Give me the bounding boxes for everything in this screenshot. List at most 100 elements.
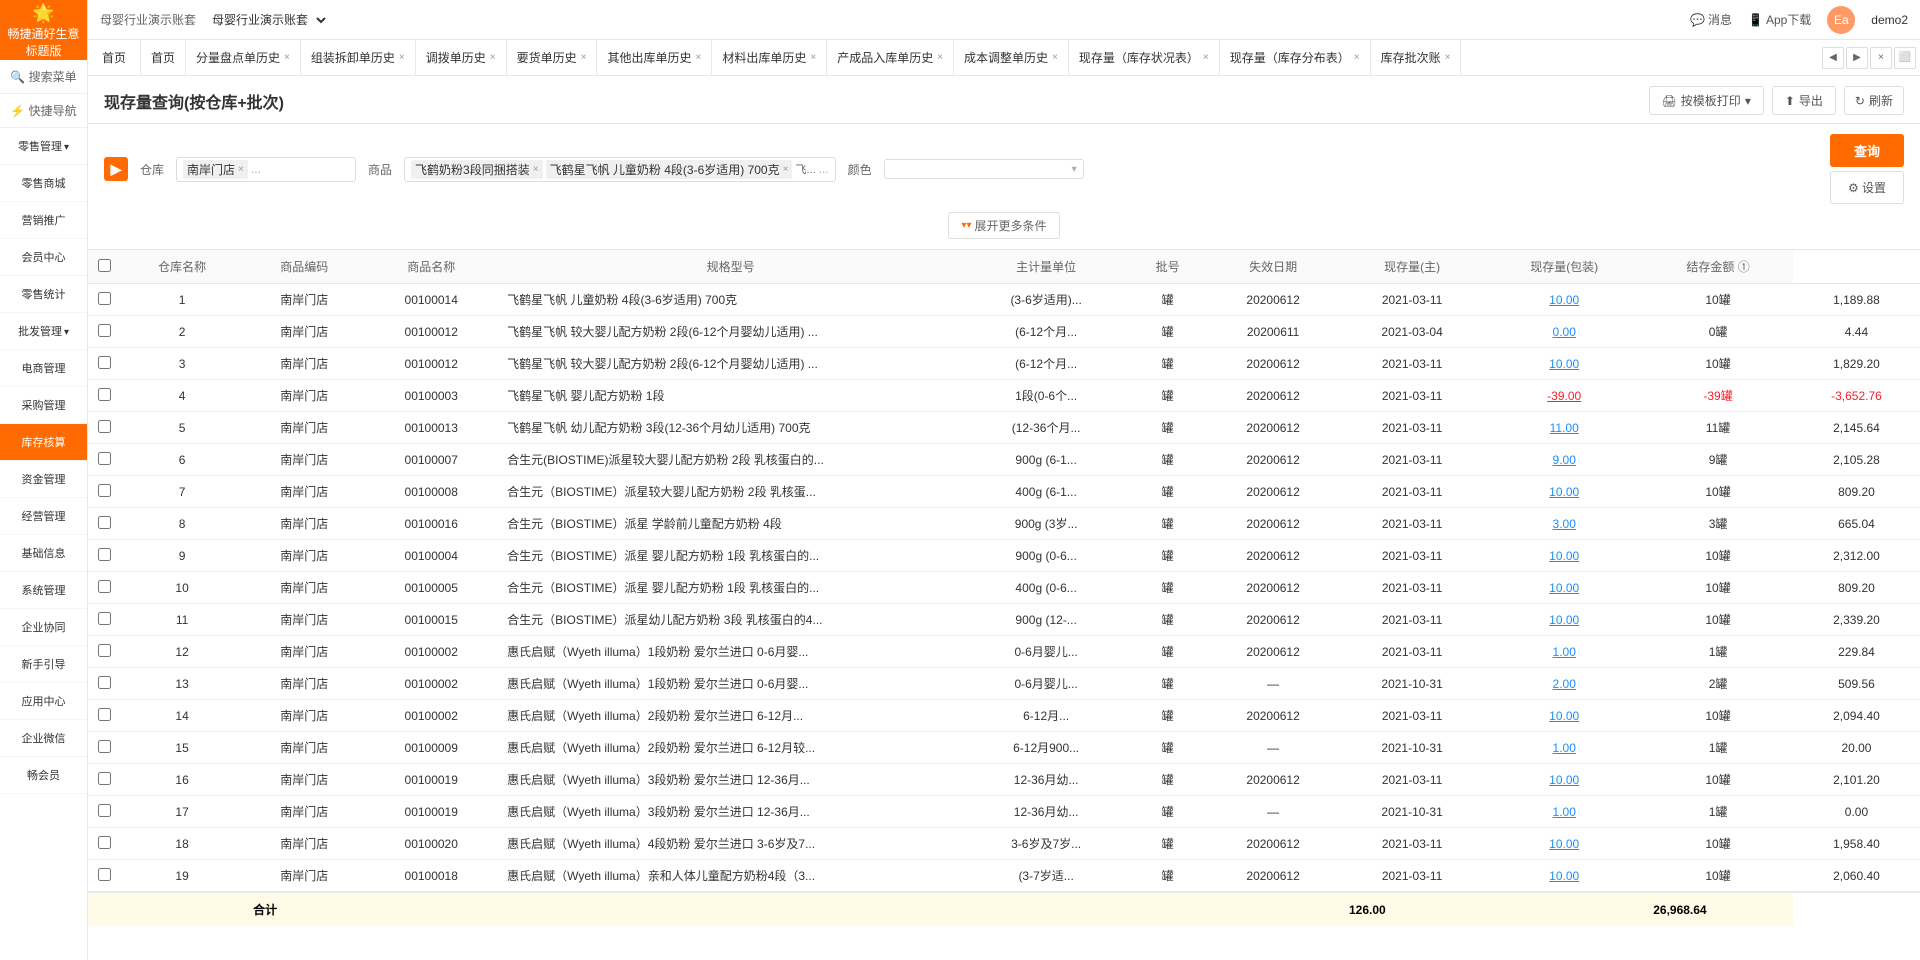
row-checkbox[interactable] [98,292,111,305]
tab-disassembly[interactable]: 组装拆卸单历史× [301,40,416,75]
tab-close-disassembly[interactable]: × [399,52,405,63]
tab-home[interactable]: 首页 [88,40,141,75]
sidebar-item-enterprise[interactable]: 企业协同 [0,609,87,646]
row-checkbox[interactable] [98,324,111,337]
tab-close-all[interactable]: × [1870,47,1892,69]
row-stock-main[interactable]: 10.00 [1485,572,1643,604]
avatar[interactable]: Ea [1827,6,1855,34]
row-stock-main[interactable]: 9.00 [1485,444,1643,476]
sidebar-item-marketing[interactable]: 营销推广 [0,202,87,239]
sidebar-item-app-center[interactable]: 应用中心 [0,683,87,720]
sidebar-item-wholesale[interactable]: 批发管理 ▾ [0,313,87,350]
row-stock-main[interactable]: 10.00 [1485,828,1643,860]
tab-requisition[interactable]: 要货单历史× [507,40,598,75]
sidebar-item-system[interactable]: 系统管理 [0,572,87,609]
tab-nav-next[interactable]: ▶ [1846,47,1868,69]
tab-close-inventory-dist[interactable]: × [1354,52,1360,63]
tab-close-other-out[interactable]: × [695,52,701,63]
tab-close-requisition[interactable]: × [581,52,587,63]
row-checkbox[interactable] [98,580,111,593]
row-checkbox[interactable] [98,356,111,369]
row-checkbox[interactable] [98,452,111,465]
row-stock-main[interactable]: 10.00 [1485,284,1643,316]
row-checkbox[interactable] [98,676,111,689]
username[interactable]: demo2 [1871,13,1908,27]
sidebar-item-vip[interactable]: 畅会员 [0,757,87,794]
row-stock-main[interactable]: 1.00 [1485,796,1643,828]
row-checkbox[interactable] [98,548,111,561]
tab-split-inventory[interactable]: 分量盘点单历史× [186,40,301,75]
sidebar-item-retail-mgmt[interactable]: 零售管理 ▾ [0,128,87,165]
row-checkbox[interactable] [98,740,111,753]
tab-close-product-in[interactable]: × [937,52,943,63]
app-download-button[interactable]: 📱 App下载 [1748,11,1811,28]
row-checkbox[interactable] [98,516,111,529]
tab-close-cost-adjust[interactable]: × [1052,52,1058,63]
sidebar-item-operations[interactable]: 经营管理 [0,498,87,535]
tab-cost-adjust[interactable]: 成本调整单历史× [954,40,1069,75]
product-filter-input[interactable]: 飞鹤奶粉3段同捆搭装 × 飞鹤星飞帆 儿童奶粉 4段(3-6岁适用) 700克 … [404,157,836,182]
tab-close-material-out[interactable]: × [810,52,816,63]
tab-nav-prev[interactable]: ◀ [1822,47,1844,69]
tab-home[interactable]: 首页 [141,40,186,75]
warehouse-tag-close[interactable]: × [238,164,244,175]
row-stock-main[interactable]: 2.00 [1485,668,1643,700]
row-stock-main[interactable]: 11.00 [1485,412,1643,444]
row-checkbox[interactable] [98,644,111,657]
tab-close-mixing[interactable]: × [490,52,496,63]
sidebar-item-finance[interactable]: 资金管理 [0,461,87,498]
select-all-checkbox[interactable] [98,259,111,272]
row-checkbox[interactable] [98,772,111,785]
row-checkbox[interactable] [98,420,111,433]
refresh-button[interactable]: ↻ 刷新 [1844,86,1904,115]
tab-product-in[interactable]: 产成品入库单历史× [827,40,954,75]
row-stock-main[interactable]: 10.00 [1485,764,1643,796]
tab-mixing[interactable]: 调拨单历史× [416,40,507,75]
row-stock-main[interactable]: 10.00 [1485,476,1643,508]
sidebar-item-basic-info[interactable]: 基础信息 [0,535,87,572]
row-stock-main[interactable]: 0.00 [1485,316,1643,348]
row-checkbox[interactable] [98,612,111,625]
tab-inventory-status[interactable]: 现存量（库存状况表）× [1069,40,1220,75]
account-select[interactable]: 母婴行业演示账套 [204,10,329,30]
row-checkbox[interactable] [98,708,111,721]
sidebar-item-new-guide[interactable]: 新手引导 [0,646,87,683]
tab-maximize[interactable]: ⬜ [1894,47,1916,69]
tab-other-out[interactable]: 其他出库单历史× [597,40,712,75]
sidebar-item-inventory[interactable]: 库存核算 [0,424,87,461]
expand-conditions-button[interactable]: ▾▾ 展开更多条件 [948,212,1059,239]
export-button[interactable]: ⬆ 导出 [1772,86,1836,115]
tab-batch-voucher[interactable]: 库存批次账× [1371,40,1462,75]
row-stock-main[interactable]: -39.00 [1485,380,1643,412]
row-stock-main[interactable]: 10.00 [1485,540,1643,572]
tab-close-batch-voucher[interactable]: × [1445,52,1451,63]
row-checkbox[interactable] [98,388,111,401]
tab-inventory-dist[interactable]: 现存量（库存分布表）× [1220,40,1371,75]
row-stock-main[interactable]: 1.00 [1485,732,1643,764]
query-button[interactable]: 查询 [1830,134,1904,167]
color-filter-input[interactable]: ▾ [884,159,1084,179]
row-checkbox[interactable] [98,836,111,849]
row-checkbox[interactable] [98,868,111,881]
sidebar-item-ecommerce[interactable]: 电商管理 [0,350,87,387]
sidebar-item-retail-mall[interactable]: 零售商城 [0,165,87,202]
sidebar-quicknav[interactable]: ⚡ 快捷导航 [0,94,87,128]
sidebar-item-purchase[interactable]: 采购管理 [0,387,87,424]
row-stock-main[interactable]: 10.00 [1485,348,1643,380]
row-checkbox[interactable] [98,804,111,817]
sidebar-item-corp-wechat[interactable]: 企业微信 [0,720,87,757]
row-stock-main[interactable]: 3.00 [1485,508,1643,540]
warehouse-filter-input[interactable]: 南岸门店 × ... [176,157,356,182]
tab-material-out[interactable]: 材料出库单历史× [712,40,827,75]
row-stock-main[interactable]: 10.00 [1485,700,1643,732]
settings-button[interactable]: ⚙ 设置 [1830,171,1904,204]
tab-close-inventory-status[interactable]: × [1203,52,1209,63]
row-checkbox[interactable] [98,484,111,497]
template-print-button[interactable]: 🖨 按模板打印 ▾ [1649,86,1764,115]
filter-expand-left-button[interactable]: ▶ [104,157,128,181]
row-stock-main[interactable]: 10.00 [1485,604,1643,636]
row-stock-main[interactable]: 1.00 [1485,636,1643,668]
tab-close-split-inventory[interactable]: × [284,52,290,63]
row-stock-main[interactable]: 10.00 [1485,860,1643,893]
product-tag-2-close[interactable]: × [783,164,789,175]
